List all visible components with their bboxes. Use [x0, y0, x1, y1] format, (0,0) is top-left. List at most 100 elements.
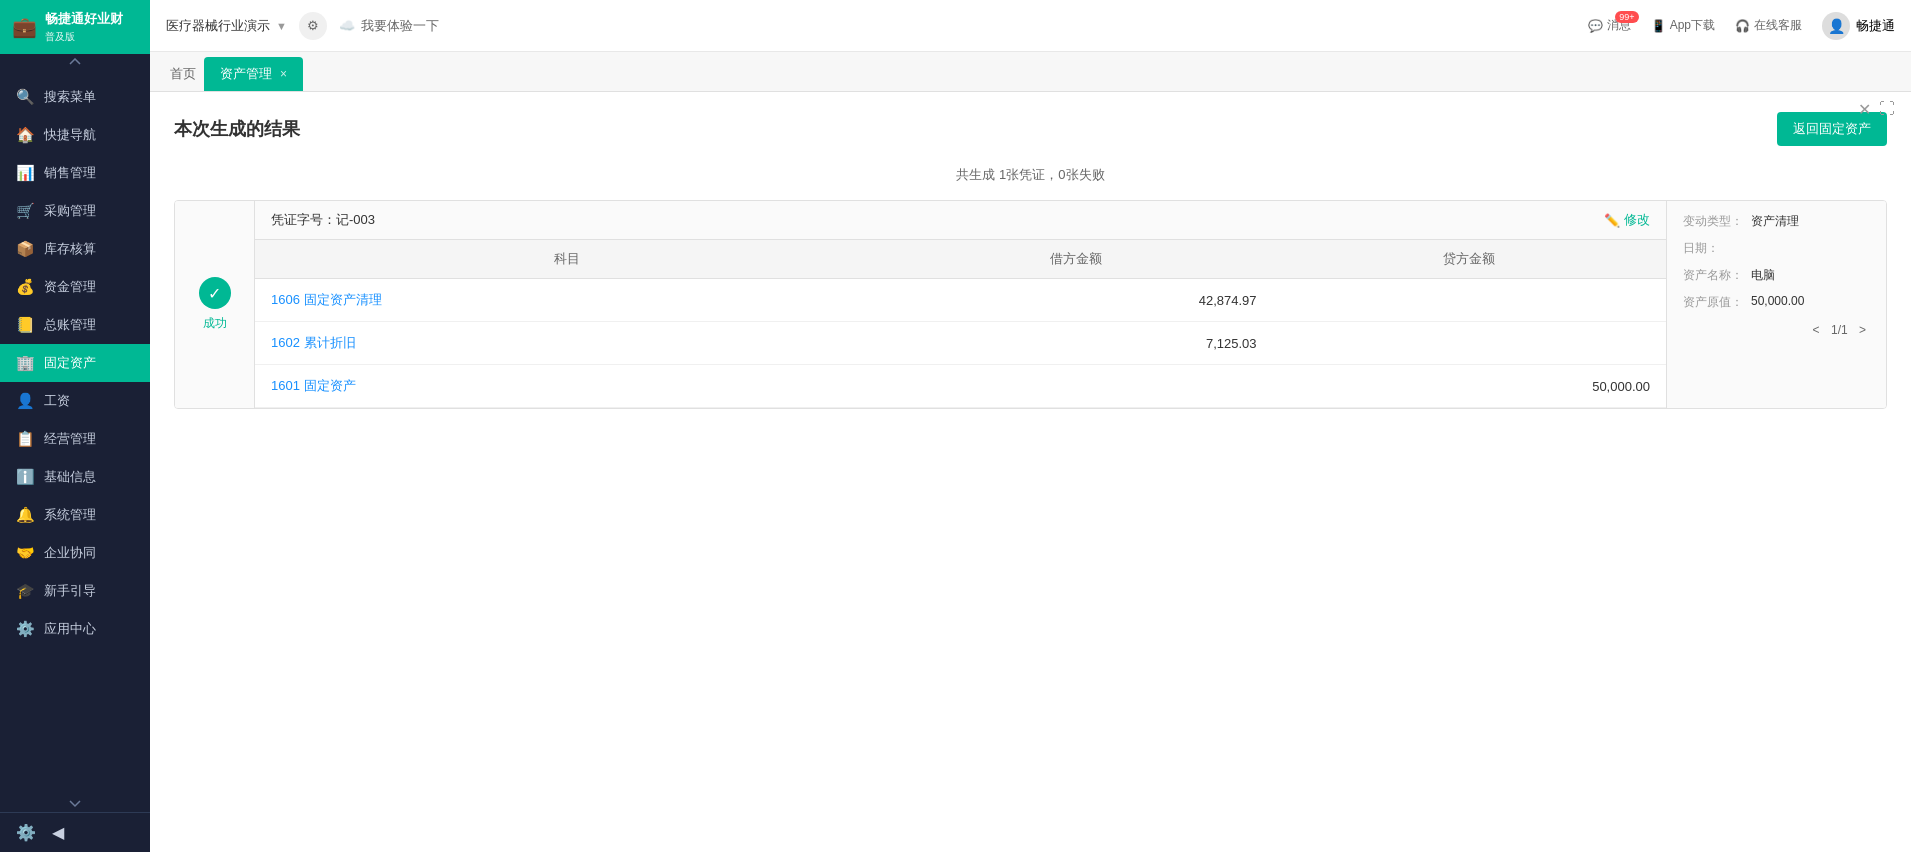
app-edition: 普及版 [45, 30, 123, 44]
col-header-subject: 科目 [255, 240, 879, 279]
sidebar-label-capital: 资金管理 [44, 278, 96, 296]
username: 畅捷通 [1856, 17, 1895, 35]
sidebar-item-payroll[interactable]: 👤 工资 [0, 382, 150, 420]
subject-1601[interactable]: 1601 固定资产 [255, 365, 879, 408]
sidebar-label-app-center: 应用中心 [44, 620, 96, 638]
voucher-header: 凭证字号：记-003 ✏️ 修改 [255, 201, 1666, 240]
avatar: 👤 [1822, 12, 1850, 40]
sidebar-item-app-center[interactable]: ⚙️ 应用中心 [0, 610, 150, 648]
sidebar-label-search: 搜索菜单 [44, 88, 96, 106]
app-name: 畅捷通好业财 [45, 10, 123, 28]
sidebar-item-capital[interactable]: 💰 资金管理 [0, 268, 150, 306]
company-selector[interactable]: 医疗器械行业演示 ▼ [166, 17, 287, 35]
sidebar-item-ledger[interactable]: 📒 总账管理 [0, 306, 150, 344]
pagination-next[interactable]: > [1859, 323, 1866, 337]
sidebar-item-quick-nav[interactable]: 🏠 快捷导航 [0, 116, 150, 154]
search-icon: 🔍 [16, 88, 34, 106]
system-icon: 🔔 [16, 506, 34, 524]
tab-label-asset-management: 资产管理 [220, 65, 272, 83]
sidebar-item-sales[interactable]: 📊 销售管理 [0, 154, 150, 192]
asset-name-row: 资产名称： 电脑 [1683, 267, 1870, 284]
success-icon: ✓ [199, 277, 231, 309]
asset-original-row: 资产原值： 50,000.00 [1683, 294, 1870, 311]
page-title: 本次生成的结果 [174, 117, 300, 141]
sidebar-item-beginner[interactable]: 🎓 新手引导 [0, 572, 150, 610]
voucher-card: ✓ 成功 凭证字号：记-003 ✏️ 修改 科目 借方金额 [174, 200, 1887, 409]
main-area: 医疗器械行业演示 ▼ ⚙ ☁️ 我要体验一下 💬 消息 99+ 📱 App下载 … [150, 0, 1911, 852]
sidebar-item-enterprise[interactable]: 🤝 企业协同 [0, 534, 150, 572]
panel-controls: ✕ ⛶ [1858, 100, 1895, 119]
sidebar-label-enterprise: 企业协同 [44, 544, 96, 562]
beginner-icon: 🎓 [16, 582, 34, 600]
online-service-label: 在线客服 [1754, 17, 1802, 34]
tab-close-icon[interactable]: × [280, 67, 287, 81]
page-header: 本次生成的结果 返回固定资产 [174, 112, 1887, 146]
payroll-icon: 👤 [16, 392, 34, 410]
inventory-icon: 📦 [16, 240, 34, 258]
sidebar-label-purchase: 采购管理 [44, 202, 96, 220]
success-text: 成功 [203, 315, 227, 332]
user-info[interactable]: 👤 畅捷通 [1822, 12, 1895, 40]
message-badge: 99+ [1615, 11, 1638, 23]
change-type-row: 变动类型： 资产清理 [1683, 213, 1870, 230]
sidebar-item-search[interactable]: 🔍 搜索菜单 [0, 78, 150, 116]
sidebar-label-fixed-assets: 固定资产 [44, 354, 96, 372]
fixed-assets-icon: 🏢 [16, 354, 34, 372]
success-column: ✓ 成功 [175, 201, 255, 408]
app-download-label: App下载 [1670, 17, 1715, 34]
pagination: < 1/1 > [1683, 323, 1870, 337]
edit-icon: ✏️ [1604, 213, 1620, 228]
sidebar-label-operations: 经营管理 [44, 430, 96, 448]
change-type-value: 资产清理 [1751, 213, 1799, 230]
online-service-button[interactable]: 🎧 在线客服 [1735, 17, 1802, 34]
chevron-down-icon: ▼ [276, 20, 287, 32]
subject-1602[interactable]: 1602 累计折旧 [255, 322, 879, 365]
message-button[interactable]: 💬 消息 99+ [1588, 17, 1631, 34]
asset-name-value: 电脑 [1751, 267, 1775, 284]
asset-original-value: 50,000.00 [1751, 294, 1804, 311]
subject-1606[interactable]: 1606 固定资产清理 [255, 279, 879, 322]
sidebar-label-payroll: 工资 [44, 392, 70, 410]
sidebar-label-beginner: 新手引导 [44, 582, 96, 600]
sidebar-label-quick-nav: 快捷导航 [44, 126, 96, 144]
sidebar-label-inventory: 库存核算 [44, 240, 96, 258]
app-download-icon: 📱 [1651, 19, 1666, 33]
gear-button[interactable]: ⚙ [299, 12, 327, 40]
credit-1606 [1273, 279, 1666, 322]
date-label: 日期： [1683, 240, 1719, 257]
app-download-button[interactable]: 📱 App下载 [1651, 17, 1715, 34]
sidebar-item-purchase[interactable]: 🛒 采购管理 [0, 192, 150, 230]
sidebar-label-basic-info: 基础信息 [44, 468, 96, 486]
logo-icon: 💼 [12, 15, 37, 39]
tab-home[interactable]: 首页 [166, 57, 200, 91]
settings-footer-icon[interactable]: ⚙️ [16, 823, 36, 842]
edit-button[interactable]: ✏️ 修改 [1604, 211, 1650, 229]
tab-asset-management[interactable]: 资产管理 × [204, 57, 303, 91]
close-panel-icon[interactable]: ✕ [1858, 100, 1871, 119]
collapse-footer-icon[interactable]: ◀ [52, 823, 64, 842]
sidebar-item-inventory[interactable]: 📦 库存核算 [0, 230, 150, 268]
sidebar-item-fixed-assets[interactable]: 🏢 固定资产 [0, 344, 150, 382]
sidebar-item-system[interactable]: 🔔 系统管理 [0, 496, 150, 534]
sidebar-nav: 🔍 搜索菜单 🏠 快捷导航 📊 销售管理 🛒 采购管理 📦 库存核算 💰 资金管… [0, 70, 150, 796]
edit-label: 修改 [1624, 211, 1650, 229]
company-name: 医疗器械行业演示 [166, 17, 270, 35]
sidebar-item-basic-info[interactable]: ℹ️ 基础信息 [0, 458, 150, 496]
pagination-prev[interactable]: < [1813, 323, 1820, 337]
service-icon: 🎧 [1735, 19, 1750, 33]
sales-icon: 📊 [16, 164, 34, 182]
scroll-up-btn[interactable] [0, 54, 150, 70]
col-header-debit: 借方金额 [879, 240, 1272, 279]
top-header: 医疗器械行业演示 ▼ ⚙ ☁️ 我要体验一下 💬 消息 99+ 📱 App下载 … [150, 0, 1911, 52]
credit-1602 [1273, 322, 1666, 365]
purchase-icon: 🛒 [16, 202, 34, 220]
experience-button[interactable]: ☁️ 我要体验一下 [339, 17, 439, 35]
sidebar-item-operations[interactable]: 📋 经营管理 [0, 420, 150, 458]
voucher-number: 凭证字号：记-003 [271, 211, 375, 229]
pagination-info: 1/1 [1831, 323, 1848, 337]
sidebar-footer: ⚙️ ◀ [0, 812, 150, 852]
expand-panel-icon[interactable]: ⛶ [1879, 100, 1895, 119]
date-row: 日期： [1683, 240, 1870, 257]
col-header-credit: 贷方金额 [1273, 240, 1666, 279]
scroll-down-btn[interactable] [0, 796, 150, 812]
